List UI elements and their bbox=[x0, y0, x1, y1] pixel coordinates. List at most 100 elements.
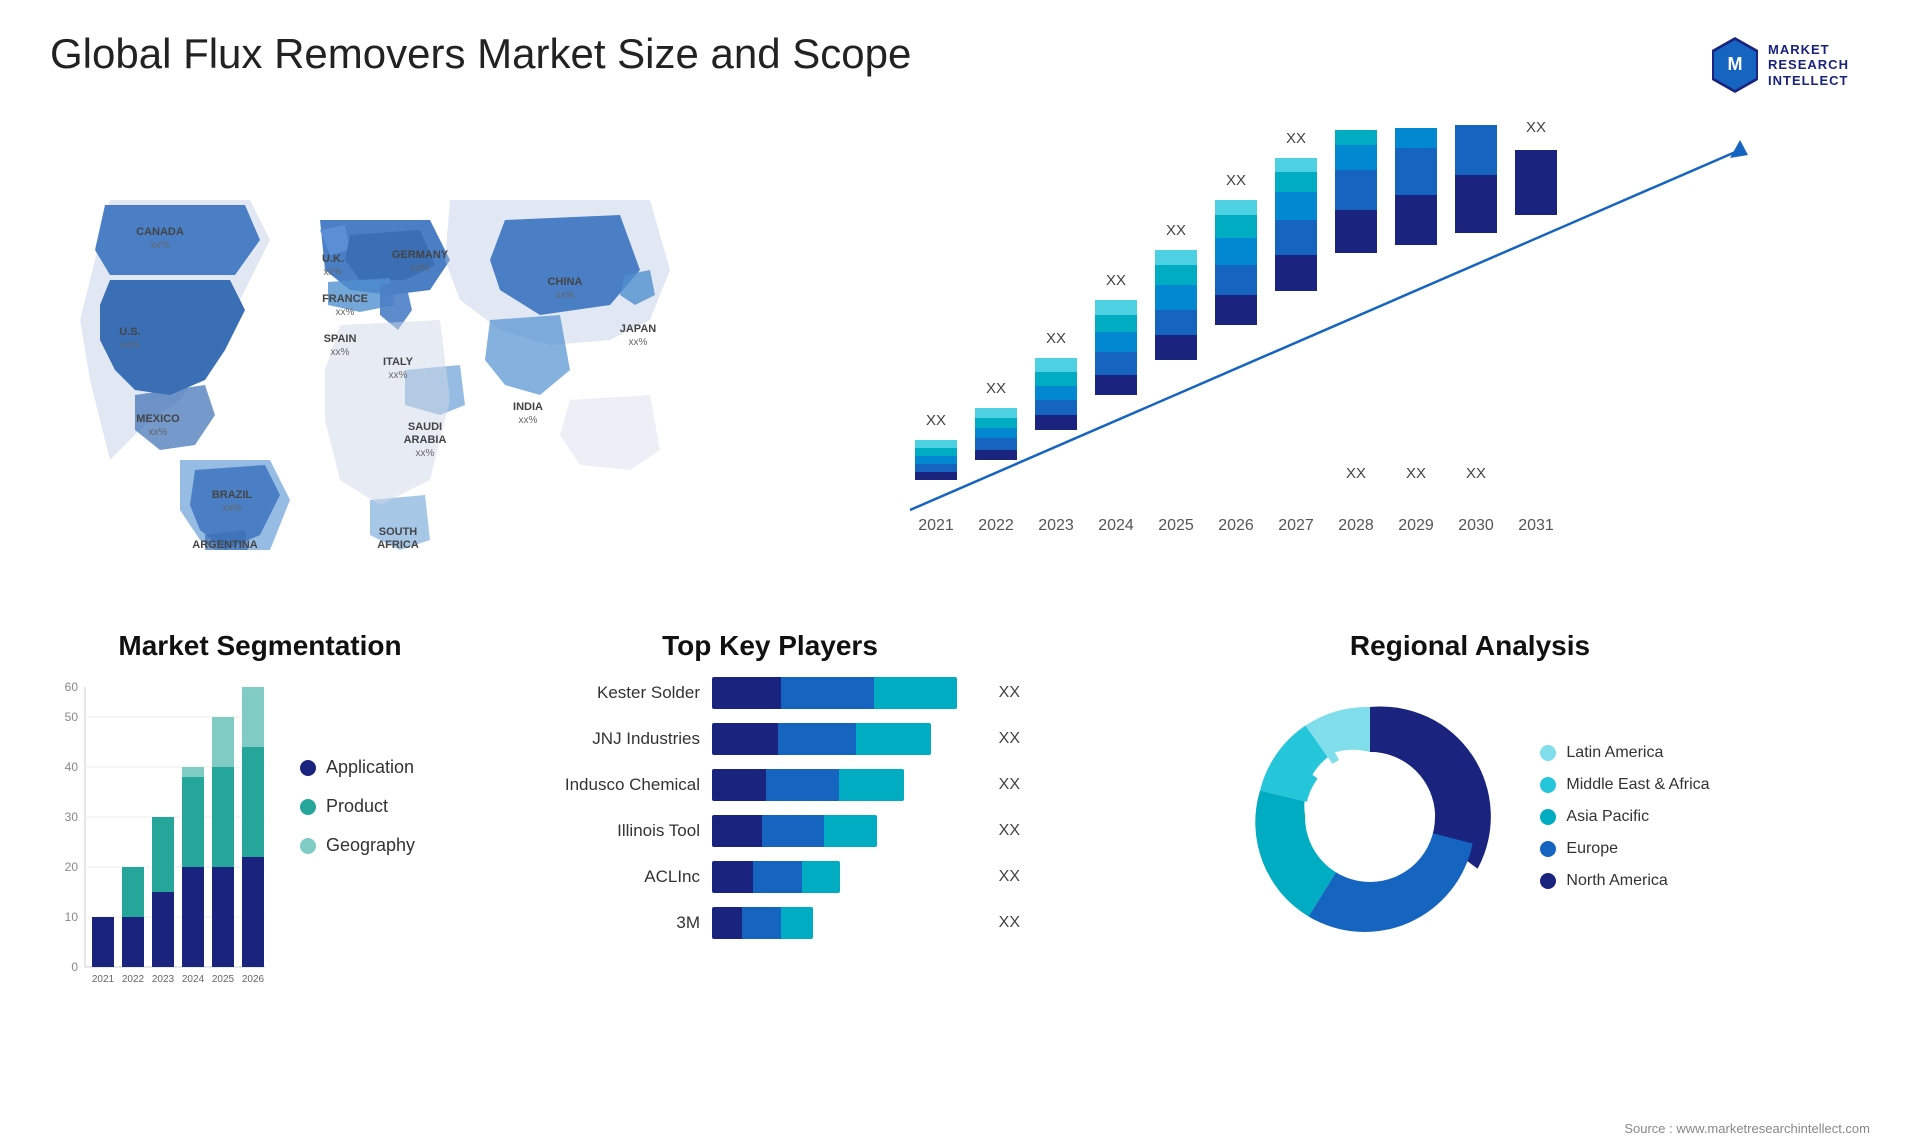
svg-text:2022: 2022 bbox=[978, 517, 1014, 534]
svg-text:M: M bbox=[1728, 54, 1743, 74]
logo-icon: M bbox=[1710, 35, 1760, 95]
svg-text:xx%: xx% bbox=[629, 337, 648, 348]
seg-dot-application bbox=[300, 760, 316, 776]
svg-text:U.K.: U.K. bbox=[322, 253, 344, 265]
donut-dot-latin-america bbox=[1540, 745, 1556, 761]
svg-text:xx%: xx% bbox=[336, 307, 355, 318]
seg-chart-area: 0 10 20 30 40 50 60 bbox=[50, 677, 470, 1057]
player-bar-4 bbox=[712, 815, 979, 847]
svg-text:2025: 2025 bbox=[1158, 517, 1194, 534]
donut-legend: Latin America Middle East & Africa Asia … bbox=[1540, 744, 1709, 890]
svg-text:10: 10 bbox=[65, 910, 79, 924]
svg-text:ARGENTINA: ARGENTINA bbox=[192, 539, 257, 550]
svg-text:xx%: xx% bbox=[416, 448, 435, 459]
donut-svg bbox=[1230, 677, 1510, 957]
seg-dot-geography bbox=[300, 838, 316, 854]
svg-text:xx%: xx% bbox=[556, 290, 575, 301]
player-row: ACLInc XX bbox=[520, 861, 1020, 893]
player-row: JNJ Industries XX bbox=[520, 723, 1020, 755]
svg-text:xx%: xx% bbox=[223, 503, 242, 514]
bar-chart-svg: 2021 XX 2022 XX 2023 bbox=[730, 120, 1870, 550]
header: Global Flux Removers Market Size and Sco… bbox=[50, 30, 1870, 100]
player-row: 3M XX bbox=[520, 907, 1020, 939]
donut-label-asia-pacific: Asia Pacific bbox=[1566, 808, 1649, 826]
svg-text:2028: 2028 bbox=[1338, 517, 1374, 534]
svg-text:XX: XX bbox=[1286, 130, 1306, 147]
svg-text:INDIA: INDIA bbox=[513, 401, 543, 413]
map-svg: CANADA xx% U.S. xx% MEXICO xx% BRAZIL xx… bbox=[50, 120, 690, 550]
svg-text:XX: XX bbox=[1166, 222, 1186, 239]
player-name-6: 3M bbox=[520, 913, 700, 933]
svg-text:XX: XX bbox=[1346, 465, 1366, 482]
seg-bar-svg: 0 10 20 30 40 50 60 bbox=[50, 677, 280, 1017]
player-row: Illinois Tool XX bbox=[520, 815, 1020, 847]
svg-text:2029: 2029 bbox=[1398, 517, 1434, 534]
svg-text:XX: XX bbox=[1046, 330, 1066, 347]
svg-text:2024: 2024 bbox=[182, 974, 205, 985]
donut-label-latin-america: Latin America bbox=[1566, 744, 1663, 762]
top-row: CANADA xx% U.S. xx% MEXICO xx% BRAZIL xx… bbox=[50, 120, 1870, 600]
player-name-1: Kester Solder bbox=[520, 683, 700, 703]
bar-chart-area: 2021 XX 2022 XX 2023 bbox=[730, 120, 1870, 550]
svg-text:2025: 2025 bbox=[212, 974, 235, 985]
seg-legend-geography: Geography bbox=[300, 835, 415, 856]
svg-text:60: 60 bbox=[65, 680, 79, 694]
svg-text:0: 0 bbox=[71, 960, 78, 974]
bottom-row: Market Segmentation 0 10 20 30 40 50 bbox=[50, 630, 1870, 1090]
donut-label-europe: Europe bbox=[1566, 840, 1618, 858]
seg-legend-application: Application bbox=[300, 757, 415, 778]
svg-text:XX: XX bbox=[1226, 172, 1246, 189]
svg-text:XX: XX bbox=[1466, 465, 1486, 482]
svg-text:XX: XX bbox=[926, 412, 946, 429]
player-val-4: XX bbox=[999, 822, 1020, 840]
svg-text:GERMANY: GERMANY bbox=[392, 249, 449, 261]
svg-text:2023: 2023 bbox=[1038, 517, 1074, 534]
donut-dot-europe bbox=[1540, 841, 1556, 857]
svg-text:XX: XX bbox=[1526, 120, 1546, 136]
svg-text:XX: XX bbox=[986, 380, 1006, 397]
svg-text:XX: XX bbox=[1406, 465, 1426, 482]
svg-text:50: 50 bbox=[65, 710, 79, 724]
donut-wrap: Latin America Middle East & Africa Asia … bbox=[1070, 677, 1870, 957]
svg-text:xx%: xx% bbox=[151, 240, 170, 251]
donut-legend-north-america: North America bbox=[1540, 872, 1709, 890]
page-title: Global Flux Removers Market Size and Sco… bbox=[50, 30, 911, 78]
bar-chart-section: 2021 XX 2022 XX 2023 bbox=[730, 120, 1870, 600]
player-name-3: Indusco Chemical bbox=[520, 775, 700, 795]
svg-text:xx%: xx% bbox=[389, 370, 408, 381]
svg-text:SPAIN: SPAIN bbox=[324, 333, 357, 345]
player-val-6: XX bbox=[999, 914, 1020, 932]
player-val-5: XX bbox=[999, 868, 1020, 886]
svg-text:2026: 2026 bbox=[1218, 517, 1254, 534]
svg-text:ARABIA: ARABIA bbox=[404, 434, 447, 446]
svg-text:SOUTH: SOUTH bbox=[379, 526, 418, 538]
svg-text:CHINA: CHINA bbox=[548, 276, 583, 288]
player-bar-5 bbox=[712, 861, 979, 893]
svg-text:FRANCE: FRANCE bbox=[322, 293, 368, 305]
svg-text:JAPAN: JAPAN bbox=[620, 323, 657, 335]
seg-chart-svg-wrap: 0 10 20 30 40 50 60 bbox=[50, 677, 280, 1022]
svg-text:2024: 2024 bbox=[1098, 517, 1134, 534]
source-text: Source : www.marketresearchintellect.com bbox=[1624, 1121, 1870, 1136]
svg-text:BRAZIL: BRAZIL bbox=[212, 489, 253, 501]
logo-box: M MARKET RESEARCH INTELLECT bbox=[1710, 30, 1870, 100]
svg-text:ITALY: ITALY bbox=[383, 356, 414, 368]
svg-text:2021: 2021 bbox=[918, 517, 954, 534]
svg-text:xx%: xx% bbox=[324, 267, 343, 278]
donut-legend-asia-pacific: Asia Pacific bbox=[1540, 808, 1709, 826]
svg-text:XX: XX bbox=[1106, 272, 1126, 289]
players-title: Top Key Players bbox=[510, 630, 1030, 662]
svg-text:xx%: xx% bbox=[331, 347, 350, 358]
svg-text:xx%: xx% bbox=[411, 263, 430, 274]
svg-text:20: 20 bbox=[65, 860, 79, 874]
regional-title: Regional Analysis bbox=[1070, 630, 1870, 662]
svg-text:2021: 2021 bbox=[92, 974, 115, 985]
svg-text:40: 40 bbox=[65, 760, 79, 774]
svg-text:2030: 2030 bbox=[1458, 517, 1494, 534]
player-bar-2 bbox=[712, 723, 979, 755]
svg-text:SAUDI: SAUDI bbox=[408, 421, 442, 433]
player-row: Kester Solder XX bbox=[520, 677, 1020, 709]
svg-text:U.S.: U.S. bbox=[119, 326, 140, 338]
seg-dot-product bbox=[300, 799, 316, 815]
player-name-5: ACLInc bbox=[520, 867, 700, 887]
